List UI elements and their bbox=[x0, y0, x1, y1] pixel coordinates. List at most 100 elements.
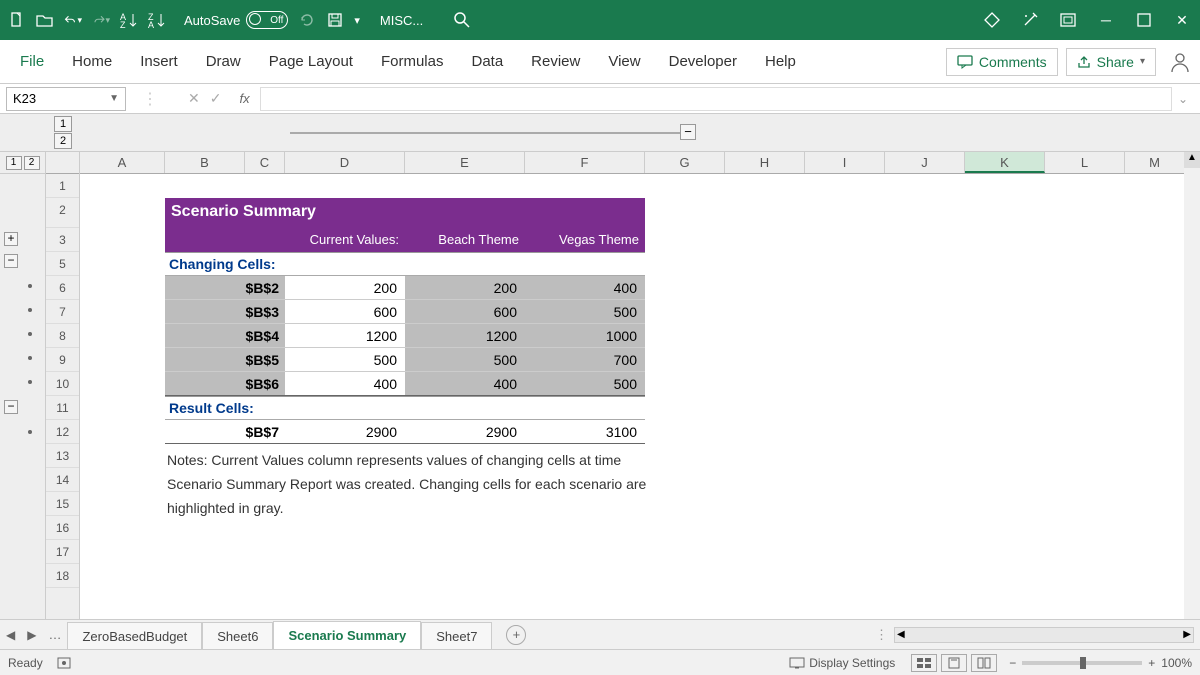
sheet-overflow[interactable]: … bbox=[42, 627, 67, 642]
sort-desc-icon[interactable]: ZA bbox=[148, 11, 166, 29]
sheet-nav-next[interactable]: ▶ bbox=[21, 628, 42, 642]
undo-icon[interactable]: ▾ bbox=[64, 11, 82, 29]
minimize-button[interactable]: ─ bbox=[1096, 10, 1116, 30]
sort-asc-icon[interactable]: AZ bbox=[120, 11, 138, 29]
row-header[interactable]: 7 bbox=[46, 300, 79, 324]
view-page-break-button[interactable] bbox=[971, 654, 997, 672]
zoom-out-button[interactable]: − bbox=[1009, 656, 1016, 670]
col-header[interactable]: A bbox=[80, 152, 165, 173]
chevron-down-icon[interactable]: ▼ bbox=[109, 93, 119, 104]
tab-formulas[interactable]: Formulas bbox=[367, 43, 458, 80]
sheet-tab[interactable]: Sheet7 bbox=[421, 622, 492, 650]
row-header[interactable]: 6 bbox=[46, 276, 79, 300]
cell-area[interactable]: Scenario Summary Current Values: Beach T… bbox=[80, 174, 1200, 619]
tab-data[interactable]: Data bbox=[457, 43, 517, 80]
row-header[interactable]: 11 bbox=[46, 396, 79, 420]
share-button[interactable]: Share ▾ bbox=[1066, 48, 1156, 76]
row-header[interactable]: 8 bbox=[46, 324, 79, 348]
refresh-icon[interactable] bbox=[298, 11, 316, 29]
row-header[interactable]: 15 bbox=[46, 492, 79, 516]
redo-icon[interactable]: ▾ bbox=[92, 11, 110, 29]
col-header[interactable]: B bbox=[165, 152, 245, 173]
col-header[interactable]: M bbox=[1125, 152, 1185, 173]
row-outline-level-1[interactable]: 1 bbox=[6, 156, 22, 170]
row-header[interactable]: 18 bbox=[46, 564, 79, 588]
tab-file[interactable]: File bbox=[6, 43, 58, 80]
outline-expand-button[interactable]: + bbox=[4, 232, 18, 246]
zoom-slider[interactable] bbox=[1022, 661, 1142, 665]
col-header[interactable]: F bbox=[525, 152, 645, 173]
col-header[interactable]: I bbox=[805, 152, 885, 173]
splitter-grip[interactable]: ⋮ bbox=[875, 627, 888, 643]
zoom-level[interactable]: 100% bbox=[1161, 656, 1192, 670]
search-icon[interactable] bbox=[453, 11, 471, 29]
tab-developer[interactable]: Developer bbox=[655, 43, 751, 80]
display-settings-button[interactable]: Display Settings bbox=[789, 656, 895, 670]
open-file-icon[interactable] bbox=[36, 11, 54, 29]
zoom-in-button[interactable]: + bbox=[1148, 656, 1155, 670]
expand-formula-icon[interactable]: ⌄ bbox=[1178, 92, 1194, 106]
row-header[interactable]: 16 bbox=[46, 516, 79, 540]
outline-collapse-button[interactable]: − bbox=[4, 400, 18, 414]
tab-review[interactable]: Review bbox=[517, 43, 594, 80]
user-avatar[interactable] bbox=[1166, 48, 1194, 76]
wand-icon[interactable] bbox=[1020, 10, 1040, 30]
macro-record-icon[interactable] bbox=[57, 656, 73, 670]
sheet-tab[interactable]: Sheet6 bbox=[202, 622, 273, 650]
row-header[interactable]: 10 bbox=[46, 372, 79, 396]
quick-access-toolbar: ▾ ▾ AZ ZA AutoSave Off ▾ bbox=[8, 11, 360, 29]
cancel-formula-icon[interactable]: ✕ bbox=[188, 90, 200, 107]
row-header[interactable]: 13 bbox=[46, 444, 79, 468]
col-header[interactable]: J bbox=[885, 152, 965, 173]
tab-insert[interactable]: Insert bbox=[126, 43, 192, 80]
col-header[interactable]: K bbox=[965, 152, 1045, 173]
row-header[interactable]: 2 bbox=[46, 198, 79, 228]
comments-button[interactable]: Comments bbox=[946, 48, 1058, 76]
view-page-layout-button[interactable] bbox=[941, 654, 967, 672]
col-header[interactable]: E bbox=[405, 152, 525, 173]
tab-view[interactable]: View bbox=[594, 43, 654, 80]
col-header[interactable]: H bbox=[725, 152, 805, 173]
qat-dropdown-icon[interactable]: ▾ bbox=[354, 14, 360, 27]
sheet-tab[interactable]: ZeroBasedBudget bbox=[67, 622, 202, 650]
fx-icon[interactable]: fx bbox=[239, 91, 249, 106]
row-header[interactable]: 1 bbox=[46, 174, 79, 198]
tab-home[interactable]: Home bbox=[58, 43, 126, 80]
select-all-corner[interactable] bbox=[46, 152, 79, 174]
col-outline-level-1[interactable]: 1 bbox=[54, 116, 72, 132]
diamond-icon[interactable] bbox=[982, 10, 1002, 30]
row-header[interactable]: 5 bbox=[46, 252, 79, 276]
vertical-scrollbar[interactable]: ▲ bbox=[1184, 152, 1200, 619]
save-icon[interactable] bbox=[326, 11, 344, 29]
formula-input[interactable] bbox=[260, 87, 1172, 111]
tab-draw[interactable]: Draw bbox=[192, 43, 255, 80]
col-header[interactable]: C bbox=[245, 152, 285, 173]
new-file-icon[interactable] bbox=[8, 11, 26, 29]
row-header[interactable]: 3 bbox=[46, 228, 79, 252]
enter-formula-icon[interactable]: ✓ bbox=[210, 90, 222, 107]
col-header[interactable]: L bbox=[1045, 152, 1125, 173]
tab-help[interactable]: Help bbox=[751, 43, 810, 80]
outline-collapse-button[interactable]: − bbox=[680, 124, 696, 140]
view-normal-button[interactable] bbox=[911, 654, 937, 672]
row-header[interactable]: 12 bbox=[46, 420, 79, 444]
col-outline-level-2[interactable]: 2 bbox=[54, 133, 72, 149]
add-sheet-button[interactable]: + bbox=[506, 625, 526, 645]
sheet-nav-prev[interactable]: ◀ bbox=[0, 628, 21, 642]
ribbon-mode-icon[interactable] bbox=[1058, 10, 1078, 30]
outline-collapse-button[interactable]: − bbox=[4, 254, 18, 268]
row-header[interactable]: 9 bbox=[46, 348, 79, 372]
horizontal-scrollbar[interactable]: ◀▶ bbox=[894, 627, 1194, 643]
row-header[interactable]: 17 bbox=[46, 540, 79, 564]
name-box[interactable]: K23 ▼ bbox=[6, 87, 126, 111]
col-header[interactable]: D bbox=[285, 152, 405, 173]
row-header[interactable]: 14 bbox=[46, 468, 79, 492]
maximize-button[interactable] bbox=[1134, 10, 1154, 30]
tab-page-layout[interactable]: Page Layout bbox=[255, 43, 367, 80]
scroll-up-icon[interactable]: ▲ bbox=[1184, 152, 1200, 168]
row-outline-level-2[interactable]: 2 bbox=[24, 156, 40, 170]
sheet-tab[interactable]: Scenario Summary bbox=[273, 621, 421, 651]
autosave-toggle[interactable]: AutoSave Off bbox=[184, 11, 288, 29]
close-button[interactable]: ✕ bbox=[1172, 10, 1192, 30]
col-header[interactable]: G bbox=[645, 152, 725, 173]
